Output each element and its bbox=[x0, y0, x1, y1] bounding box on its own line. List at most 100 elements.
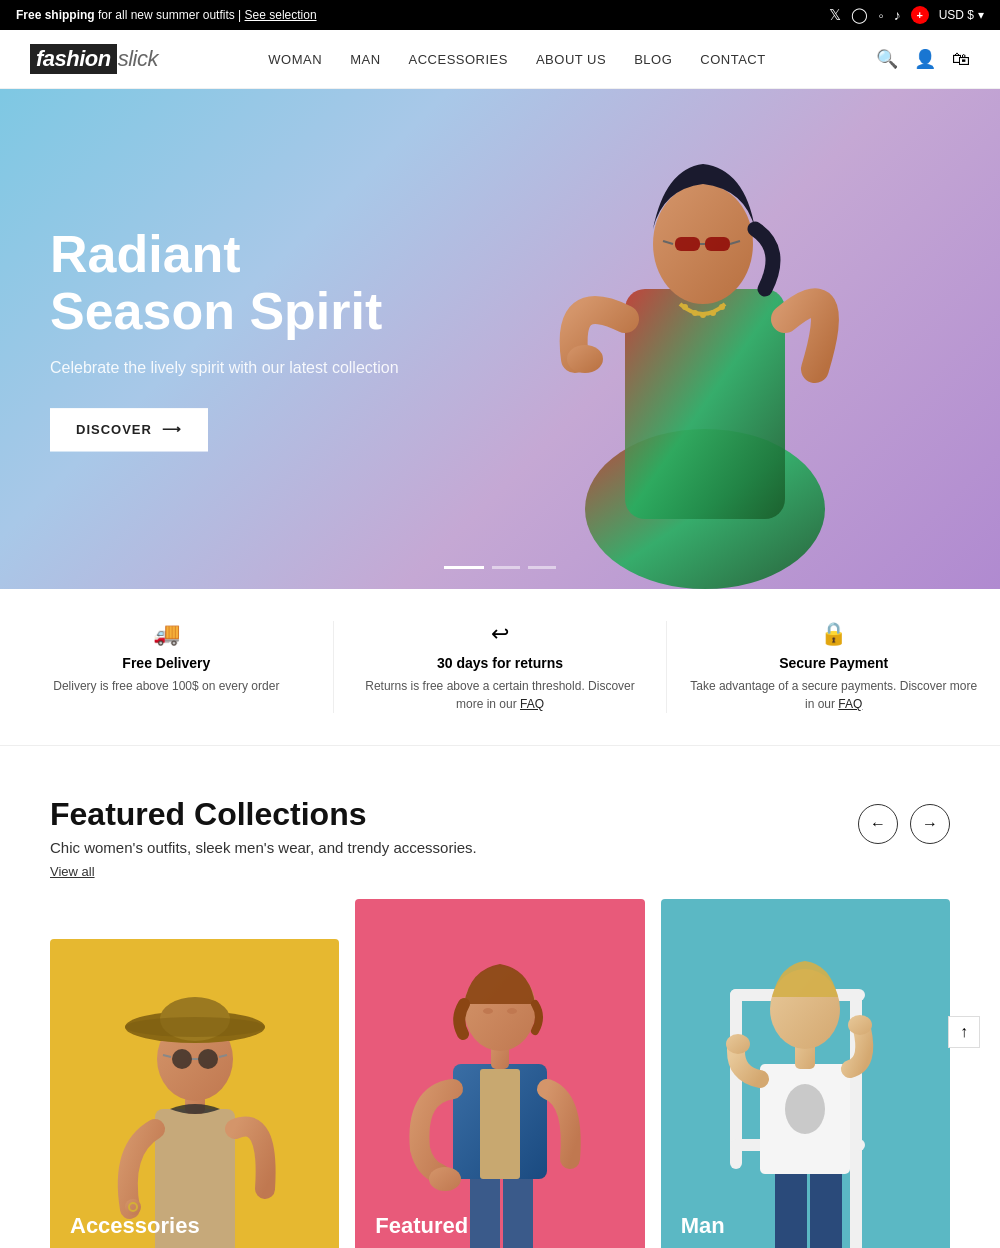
feature-payment-desc: Take advantage of a secure payments. Dis… bbox=[687, 677, 980, 713]
social-icons-bar: 𝕏 ◯ ◦ ♪ + USD $ ▾ bbox=[829, 6, 984, 24]
payment-faq-link[interactable]: FAQ bbox=[838, 697, 862, 711]
nav-contact[interactable]: CONTACT bbox=[700, 52, 765, 67]
accessories-card-label: Accessories bbox=[70, 1213, 200, 1239]
hero-dot-2[interactable] bbox=[492, 566, 520, 569]
collections-header: Featured Collections Chic women's outfit… bbox=[50, 796, 950, 856]
svg-point-20 bbox=[172, 1049, 192, 1069]
announcement-free-shipping: Free shipping for all new summer outfits… bbox=[16, 8, 317, 22]
feature-payment-title: Secure Payment bbox=[779, 655, 888, 671]
collection-card-accessories[interactable]: Accessories DISCOVER ⟶ bbox=[50, 939, 339, 1248]
search-icon[interactable]: 🔍 bbox=[876, 48, 898, 70]
chevron-down-icon: ▾ bbox=[978, 8, 984, 22]
svg-point-34 bbox=[507, 1008, 517, 1014]
man-figure-svg bbox=[680, 909, 930, 1248]
hero-discover-button[interactable]: DISCOVER ⟶ bbox=[50, 409, 208, 452]
collections-next-button[interactable]: → bbox=[910, 804, 950, 844]
card-bg-man bbox=[661, 899, 950, 1248]
feature-delivery-desc: Delivery is free above 100$ on every ord… bbox=[53, 677, 279, 695]
collection-cards-container: Accessories DISCOVER ⟶ bbox=[50, 899, 950, 1248]
twitter-x-icon[interactable]: 𝕏 bbox=[829, 6, 841, 24]
features-bar: 🚚 Free Delivery Delivery is free above 1… bbox=[0, 589, 1000, 746]
svg-point-12 bbox=[719, 304, 725, 310]
hero-subtitle: Celebrate the lively spirit with our lat… bbox=[50, 357, 410, 381]
nav-accessories[interactable]: ACCESSORIES bbox=[409, 52, 508, 67]
nav-blog[interactable]: BLOG bbox=[634, 52, 672, 67]
main-nav: WOMAN MAN ACCESSORIES ABOUT US BLOG CONT… bbox=[268, 52, 765, 67]
nav-man[interactable]: MAN bbox=[350, 52, 380, 67]
logo-fashion-text: fashion bbox=[30, 44, 117, 74]
svg-point-35 bbox=[429, 1167, 461, 1191]
svg-rect-28 bbox=[503, 1169, 533, 1248]
feature-returns-desc: Returns is free above a certain threshol… bbox=[354, 677, 647, 713]
svg-point-21 bbox=[198, 1049, 218, 1069]
scroll-to-top-button[interactable]: ↑ bbox=[948, 1016, 980, 1048]
collections-arrows: ← → bbox=[858, 804, 950, 844]
svg-rect-41 bbox=[810, 1164, 842, 1248]
delivery-icon: 🚚 bbox=[153, 621, 180, 647]
hero-title: Radiant Season Spirit bbox=[50, 226, 410, 340]
returns-faq-link[interactable]: FAQ bbox=[520, 697, 544, 711]
hero-section: Radiant Season Spirit Celebrate the live… bbox=[0, 89, 1000, 589]
nav-woman[interactable]: WOMAN bbox=[268, 52, 322, 67]
see-selection-link[interactable]: See selection bbox=[245, 8, 317, 22]
featured-card-label: Featured bbox=[375, 1213, 468, 1239]
collection-card-man[interactable]: Man DISCOVER ⟶ bbox=[661, 899, 950, 1248]
feature-delivery-title: Free Delivery bbox=[122, 655, 210, 671]
site-logo[interactable]: fashionslick bbox=[30, 44, 158, 74]
card-bg-accessories bbox=[50, 939, 339, 1248]
hero-slide-indicators bbox=[444, 566, 556, 569]
arrow-right-icon: ⟶ bbox=[162, 423, 182, 438]
returns-icon: ↩ bbox=[491, 621, 509, 647]
payment-icon: 🔒 bbox=[820, 621, 847, 647]
featured-figure-svg bbox=[375, 909, 625, 1248]
svg-rect-30 bbox=[480, 1069, 520, 1179]
currency-selector[interactable]: USD $ ▾ bbox=[939, 8, 984, 22]
feature-delivery: 🚚 Free Delivery Delivery is free above 1… bbox=[0, 621, 334, 713]
collections-prev-button[interactable]: ← bbox=[858, 804, 898, 844]
facebook-icon[interactable]: ◯ bbox=[851, 6, 868, 24]
svg-point-46 bbox=[726, 1034, 750, 1054]
collection-card-featured[interactable]: Featured DISCOVER ⟶ bbox=[355, 899, 644, 1248]
announcement-text: Free shipping for all new summer outfits… bbox=[16, 8, 317, 22]
man-card-label: Man bbox=[681, 1213, 725, 1239]
view-all-link[interactable]: View all bbox=[50, 864, 950, 879]
collections-section: Featured Collections Chic women's outfit… bbox=[0, 746, 1000, 1248]
hero-dot-3[interactable] bbox=[528, 566, 556, 569]
hero-figure-svg bbox=[425, 89, 925, 589]
collections-subtitle: Chic women's outfits, sleek men's wear, … bbox=[50, 839, 477, 856]
plus-icon[interactable]: + bbox=[911, 6, 929, 24]
collections-title-block: Featured Collections Chic women's outfit… bbox=[50, 796, 477, 856]
site-header: fashionslick WOMAN MAN ACCESSORIES ABOUT… bbox=[0, 30, 1000, 89]
svg-rect-40 bbox=[775, 1164, 807, 1248]
feature-returns: ↩ 30 days for returns Returns is free ab… bbox=[334, 621, 668, 713]
svg-rect-1 bbox=[625, 289, 785, 519]
svg-point-19 bbox=[125, 1017, 265, 1037]
feature-payment: 🔒 Secure Payment Take advantage of a sec… bbox=[667, 621, 1000, 713]
hero-model-image bbox=[350, 89, 1000, 589]
svg-point-33 bbox=[483, 1008, 493, 1014]
svg-point-47 bbox=[848, 1015, 872, 1035]
svg-point-43 bbox=[785, 1084, 825, 1134]
hero-content: Radiant Season Spirit Celebrate the live… bbox=[50, 226, 410, 451]
svg-point-9 bbox=[692, 310, 698, 316]
svg-point-13 bbox=[567, 345, 603, 373]
account-icon[interactable]: 👤 bbox=[914, 48, 936, 70]
svg-point-11 bbox=[710, 310, 716, 316]
svg-rect-4 bbox=[705, 237, 730, 251]
cart-icon[interactable]: 🛍 bbox=[952, 49, 970, 70]
header-action-icons: 🔍 👤 🛍 bbox=[876, 48, 970, 70]
svg-rect-3 bbox=[675, 237, 700, 251]
svg-rect-27 bbox=[470, 1169, 500, 1248]
accessories-figure-svg bbox=[70, 949, 320, 1248]
announcement-bar: Free shipping for all new summer outfits… bbox=[0, 0, 1000, 30]
collections-title: Featured Collections bbox=[50, 796, 477, 833]
instagram-icon[interactable]: ◦ bbox=[878, 7, 883, 24]
svg-point-8 bbox=[682, 304, 688, 310]
nav-about[interactable]: ABOUT US bbox=[536, 52, 606, 67]
hero-dot-1[interactable] bbox=[444, 566, 484, 569]
feature-returns-title: 30 days for returns bbox=[437, 655, 563, 671]
svg-point-10 bbox=[700, 312, 706, 318]
logo-slick-text: slick bbox=[118, 46, 158, 72]
card-bg-featured bbox=[355, 899, 644, 1248]
tiktok-icon[interactable]: ♪ bbox=[894, 7, 901, 23]
